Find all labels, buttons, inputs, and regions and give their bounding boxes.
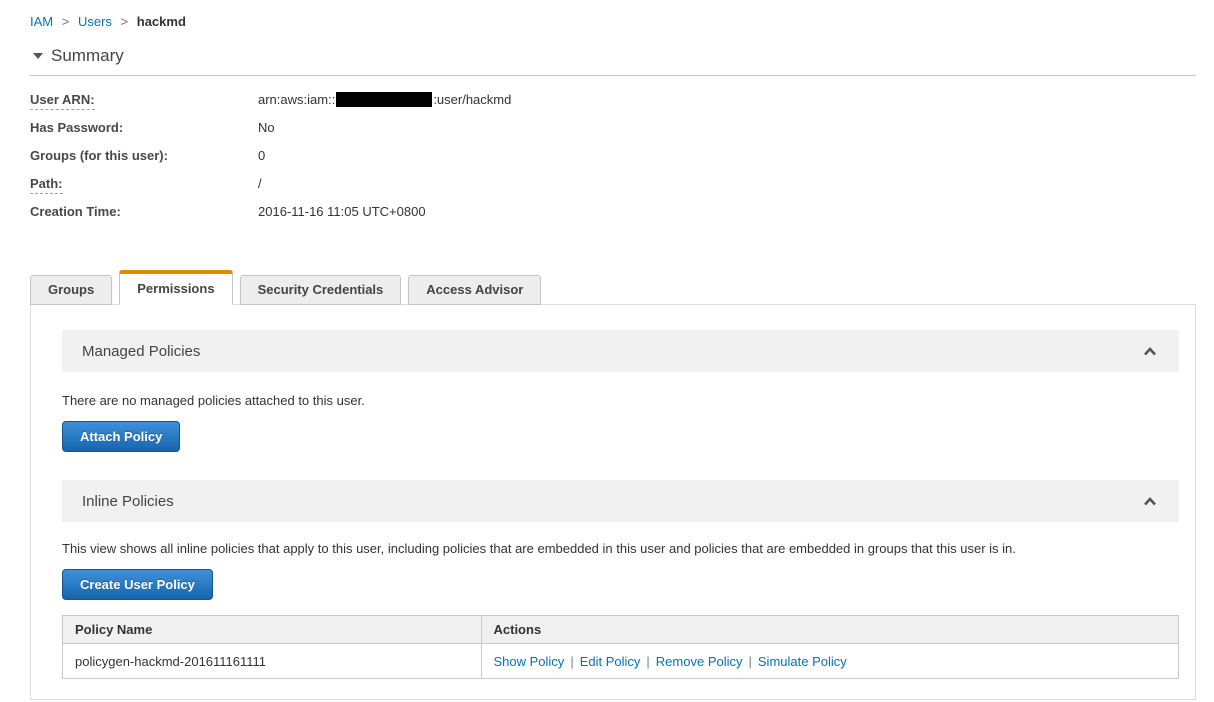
attach-policy-button[interactable]: Attach Policy xyxy=(62,421,181,452)
field-label-has-password: Has Password: xyxy=(30,120,124,135)
simulate-policy-link[interactable]: Simulate Policy xyxy=(758,654,847,669)
inline-policies-description: This view shows all inline policies that… xyxy=(62,541,1016,556)
field-label-path: Path: xyxy=(30,176,258,194)
summary-row-has-password: Has Password: No xyxy=(30,120,1196,148)
chevron-up-icon xyxy=(1144,496,1156,505)
summary-row-user-arn: User ARN: arn:aws:iam:::user/hackmd xyxy=(30,92,1196,120)
field-value-has-password: No xyxy=(258,120,275,135)
tab-bar: Groups Permissions Security Credentials … xyxy=(30,270,1196,305)
field-label-creation-time: Creation Time: xyxy=(30,204,121,219)
summary-row-creation-time: Creation Time: 2016-11-16 11:05 UTC+0800 xyxy=(30,204,1196,232)
breadcrumb-link-iam[interactable]: IAM xyxy=(30,14,53,29)
managed-policies-empty-text: There are no managed policies attached t… xyxy=(62,393,365,408)
managed-policies-collapse-button[interactable] xyxy=(1143,346,1157,356)
breadcrumb-separator: > xyxy=(120,14,129,29)
inline-policies-header: Inline Policies xyxy=(62,480,1179,522)
remove-policy-link[interactable]: Remove Policy xyxy=(656,654,743,669)
column-header-actions: Actions xyxy=(480,615,1179,644)
managed-policies-header: Managed Policies xyxy=(62,330,1179,372)
action-separator: | xyxy=(748,653,752,669)
inline-policies-table: Policy Name Actions policygen-hackmd-201… xyxy=(62,615,1179,679)
summary-section-toggle[interactable]: Summary xyxy=(30,46,1196,76)
summary-fields: User ARN: arn:aws:iam:::user/hackmd Has … xyxy=(30,92,1196,232)
policy-actions-cell: Show Policy | Edit Policy | Remove Policy | Si… xyxy=(480,643,1179,679)
action-separator: | xyxy=(646,653,650,669)
edit-policy-link[interactable]: Edit Policy xyxy=(580,654,641,669)
permissions-tab-panel: Managed Policies There are no managed po… xyxy=(30,304,1196,700)
breadcrumb-separator: > xyxy=(61,14,70,29)
field-value-user-arn: arn:aws:iam:::user/hackmd xyxy=(258,92,512,107)
summary-row-groups: Groups (for this user): 0 xyxy=(30,148,1196,176)
field-value-groups: 0 xyxy=(258,148,266,163)
create-user-policy-button[interactable]: Create User Policy xyxy=(62,569,213,600)
inline-policies-collapse-button[interactable] xyxy=(1143,496,1157,506)
chevron-up-icon xyxy=(1144,346,1156,355)
summary-title: Summary xyxy=(51,46,124,65)
managed-policies-title: Managed Policies xyxy=(82,342,201,360)
breadcrumb-link-users[interactable]: Users xyxy=(78,14,112,29)
field-value-creation-time: 2016-11-16 11:05 UTC+0800 xyxy=(258,204,426,219)
action-separator: | xyxy=(570,653,574,669)
tab-groups[interactable]: Groups xyxy=(30,275,113,305)
column-header-policy-name: Policy Name xyxy=(62,615,482,644)
breadcrumb-current-user: hackmd xyxy=(136,14,186,29)
iam-user-detail-page: IAM > Users > hackmd Summary User ARN: a… xyxy=(0,0,1214,700)
inline-policies-title: Inline Policies xyxy=(82,492,174,510)
redacted-account-id xyxy=(336,92,433,107)
table-row: policygen-hackmd-201611161111 Show Polic… xyxy=(62,643,1179,679)
policy-name-cell: policygen-hackmd-201611161111 xyxy=(62,643,482,679)
show-policy-link[interactable]: Show Policy xyxy=(494,654,565,669)
field-value-path: / xyxy=(258,176,262,191)
field-label-user-arn: User ARN: xyxy=(30,92,258,110)
tab-access-advisor[interactable]: Access Advisor xyxy=(408,275,542,305)
collapse-triangle-icon xyxy=(33,53,43,59)
tab-security-credentials[interactable]: Security Credentials xyxy=(239,275,402,305)
tab-permissions[interactable]: Permissions xyxy=(119,270,233,305)
breadcrumb: IAM > Users > hackmd xyxy=(30,14,1196,29)
table-header-row: Policy Name Actions xyxy=(62,615,1179,644)
summary-row-path: Path: / xyxy=(30,176,1196,204)
field-label-groups: Groups (for this user): xyxy=(30,148,168,163)
